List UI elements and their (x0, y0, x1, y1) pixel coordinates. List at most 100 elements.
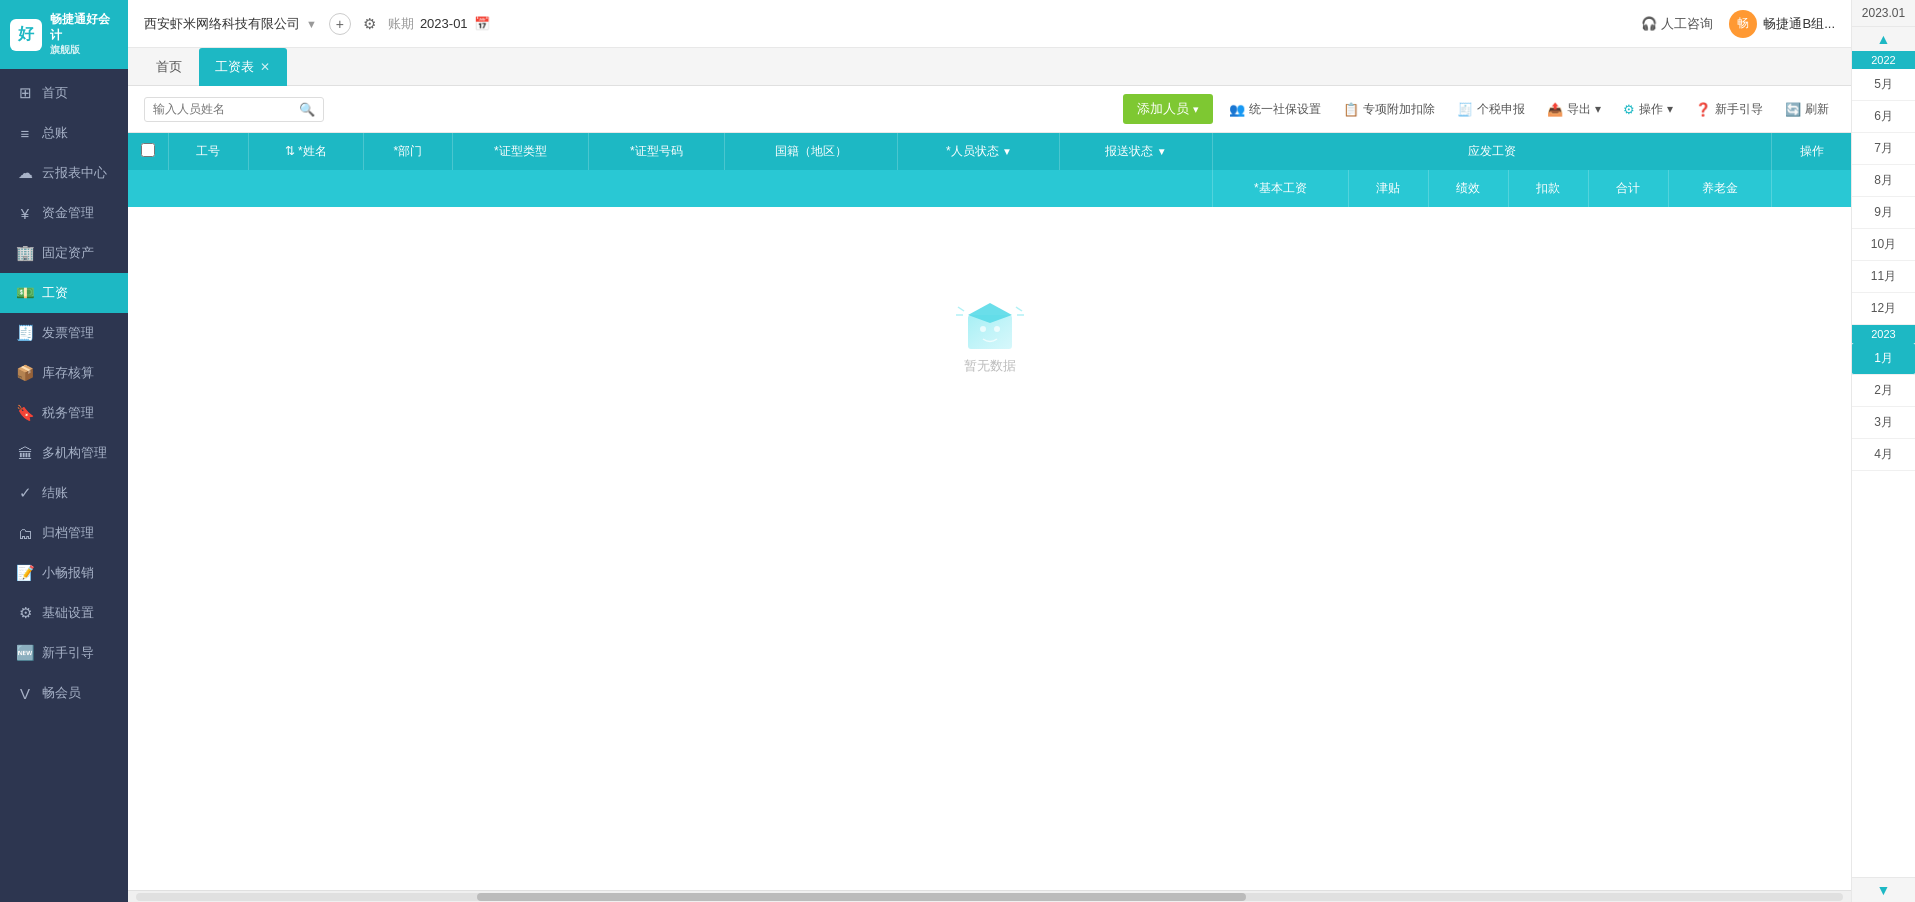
sidebar-label-expense: 小畅报销 (42, 564, 94, 582)
col-deduction: 扣款 (1508, 170, 1588, 207)
deduct-icon: 📋 (1343, 102, 1359, 117)
sidebar-item-tax[interactable]: 🔖 税务管理 (0, 393, 128, 433)
month-2023-04[interactable]: 4月 (1852, 439, 1915, 471)
settle-icon: ✓ (16, 484, 34, 502)
month-2022-09[interactable]: 9月 (1852, 197, 1915, 229)
add-company-button[interactable]: + (329, 13, 351, 35)
sidebar-item-settings[interactable]: ⚙ 基础设置 (0, 593, 128, 633)
sidebar-item-archive[interactable]: 🗂 归档管理 (0, 513, 128, 553)
social-settings-label: 统一社保设置 (1249, 101, 1321, 118)
calendar-icon[interactable]: 📅 (474, 16, 490, 31)
svg-line-6 (1016, 307, 1022, 311)
search-input[interactable] (153, 102, 293, 116)
sidebar-item-salary[interactable]: 💵 工资 (0, 273, 128, 313)
month-2022-10[interactable]: 10月 (1852, 229, 1915, 261)
social-icon: 👥 (1229, 102, 1245, 117)
col-department: *部门 (363, 133, 452, 170)
app-sub: 旗舰版 (50, 43, 118, 57)
sidebar-item-assets[interactable]: 🏢 固定资产 (0, 233, 128, 273)
svg-point-3 (994, 326, 1000, 332)
operations-icon: ⚙ (1623, 102, 1635, 117)
company-selector[interactable]: 西安虾米网络科技有限公司 ▼ (144, 15, 317, 33)
sidebar-item-ledger[interactable]: ≡ 总账 (0, 113, 128, 153)
month-2023-03[interactable]: 3月 (1852, 407, 1915, 439)
month-2022-08[interactable]: 8月 (1852, 165, 1915, 197)
month-2022-11[interactable]: 11月 (1852, 261, 1915, 293)
select-all-checkbox-cell (128, 133, 168, 170)
refresh-icon: 🔄 (1785, 102, 1801, 117)
table-container: 工号 ⇅ *姓名 *部门 *证型类型 *证型号码 国籍（地区） *人员状态 ▼ … (128, 133, 1851, 890)
sidebar-item-funds[interactable]: ¥ 资金管理 (0, 193, 128, 233)
add-person-label: 添加人员 (1137, 100, 1189, 118)
month-2022-12[interactable]: 12月 (1852, 293, 1915, 325)
col-name: ⇅ *姓名 (248, 133, 363, 170)
sidebar-item-settle[interactable]: ✓ 结账 (0, 473, 128, 513)
logo-text-block: 畅捷通好会计 旗舰版 (50, 12, 118, 57)
reports-icon: ☁ (16, 164, 34, 182)
special-deduct-label: 专项附加扣除 (1363, 101, 1435, 118)
month-2023-01[interactable]: 1月 (1852, 343, 1915, 375)
refresh-button[interactable]: 🔄 刷新 (1779, 97, 1835, 122)
sidebar-item-expense[interactable]: 📝 小畅报销 (0, 553, 128, 593)
sidebar-item-home[interactable]: ⊞ 首页 (0, 73, 128, 113)
table-header-row-1: 工号 ⇅ *姓名 *部门 *证型类型 *证型号码 国籍（地区） *人员状态 ▼ … (128, 133, 1851, 170)
calendar-up-button[interactable]: ▲ (1852, 27, 1915, 51)
sidebar-item-inventory[interactable]: 📦 库存核算 (0, 353, 128, 393)
company-name: 西安虾米网络科技有限公司 (144, 15, 300, 33)
operations-button[interactable]: ⚙ 操作 ▾ (1617, 97, 1679, 122)
svg-point-2 (980, 326, 986, 332)
add-person-button[interactable]: 添加人员 ▾ (1123, 94, 1213, 124)
operations-label: 操作 (1639, 101, 1663, 118)
funds-icon: ¥ (16, 205, 34, 222)
month-2022-05[interactable]: 5月 (1852, 69, 1915, 101)
guide-button[interactable]: ❓ 新手引导 (1689, 97, 1769, 122)
refresh-label: 刷新 (1805, 101, 1829, 118)
sidebar-label-archive: 归档管理 (42, 524, 94, 542)
multi-icon: 🏛 (16, 445, 34, 462)
tab-home[interactable]: 首页 (140, 48, 199, 86)
member-icon: V (16, 685, 34, 702)
close-icon[interactable]: ✕ (260, 60, 270, 74)
calendar-down-button[interactable]: ▼ (1852, 877, 1915, 902)
settings-icon[interactable]: ⚙ (363, 15, 376, 33)
personal-tax-label: 个税申报 (1477, 101, 1525, 118)
sidebar-item-reports[interactable]: ☁ 云报表中心 (0, 153, 128, 193)
user-menu[interactable]: 畅 畅捷通B组... (1729, 10, 1835, 38)
spacer (128, 170, 1212, 207)
month-2022-06[interactable]: 6月 (1852, 101, 1915, 133)
status-filter-icon[interactable]: ▼ (1002, 146, 1012, 157)
sidebar: 好 畅捷通好会计 旗舰版 ⊞ 首页 ≡ 总账 ☁ 云报表中心 ¥ 资金管理 🏢 … (0, 0, 128, 902)
tab-salary-sheet[interactable]: 工资表 ✕ (199, 48, 287, 86)
expense-icon: 📝 (16, 564, 34, 582)
table-body: 暂无数据 (128, 207, 1851, 455)
invoices-icon: 🧾 (16, 324, 34, 342)
sidebar-item-invoices[interactable]: 🧾 发票管理 (0, 313, 128, 353)
report-filter-icon[interactable]: ▼ (1157, 146, 1167, 157)
sidebar-item-guide[interactable]: 🆕 新手引导 (0, 633, 128, 673)
period-display: 账期 2023-01 📅 (388, 15, 490, 33)
sidebar-item-multi[interactable]: 🏛 多机构管理 (0, 433, 128, 473)
sidebar-label-salary: 工资 (42, 284, 68, 302)
select-all-checkbox[interactable] (141, 143, 155, 157)
col-base-salary: *基本工资 (1212, 170, 1348, 207)
export-button[interactable]: 📤 导出 ▾ (1541, 97, 1607, 122)
social-settings-button[interactable]: 👥 统一社保设置 (1223, 97, 1327, 122)
export-dropdown-icon: ▾ (1595, 102, 1601, 116)
toolbar: 🔍 添加人员 ▾ 👥 统一社保设置 📋 专项附加扣除 🧾 个税申报 📤 导出 (128, 86, 1851, 133)
export-icon: 📤 (1547, 102, 1563, 117)
search-icon[interactable]: 🔍 (299, 102, 315, 117)
sidebar-label-inventory: 库存核算 (42, 364, 94, 382)
col-status: *人员状态 ▼ (898, 133, 1060, 170)
sidebar-label-tax: 税务管理 (42, 404, 94, 422)
sidebar-item-member[interactable]: V 畅会员 (0, 673, 128, 713)
tax-icon: 🧾 (1457, 102, 1473, 117)
month-2023-02[interactable]: 2月 (1852, 375, 1915, 407)
special-deduct-button[interactable]: 📋 专项附加扣除 (1337, 97, 1441, 122)
month-2022-07[interactable]: 7月 (1852, 133, 1915, 165)
app-header: 西安虾米网络科技有限公司 ▼ + ⚙ 账期 2023-01 📅 🎧 人工咨询 畅… (128, 0, 1851, 48)
horizontal-scrollbar[interactable] (128, 890, 1851, 902)
service-button[interactable]: 🎧 人工咨询 (1641, 15, 1713, 33)
sidebar-label-ledger: 总账 (42, 124, 68, 142)
salary-table: 工号 ⇅ *姓名 *部门 *证型类型 *证型号码 国籍（地区） *人员状态 ▼ … (128, 133, 1851, 455)
personal-tax-button[interactable]: 🧾 个税申报 (1451, 97, 1531, 122)
